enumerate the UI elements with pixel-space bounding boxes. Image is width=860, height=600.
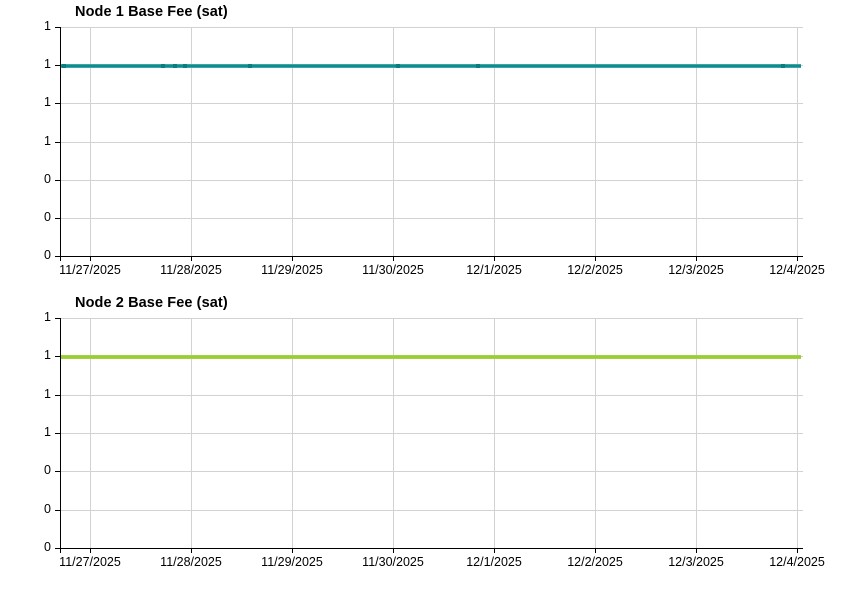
chart-title: Node 2 Base Fee (sat) (75, 295, 228, 311)
data-point-marker (396, 64, 400, 68)
data-point-marker (248, 64, 252, 68)
v-gridline (797, 27, 798, 256)
y-tick-label: 1 (0, 387, 51, 402)
v-gridline (90, 27, 91, 256)
y-tick-label: 1 (0, 19, 51, 34)
data-point-marker (62, 64, 66, 68)
x-tick-label: 11/30/2025 (343, 263, 443, 278)
data-point-marker (476, 64, 480, 68)
h-gridline (61, 218, 803, 219)
y-tick-label: 0 (0, 463, 51, 478)
data-point-marker (781, 64, 785, 68)
y-tick-label: 0 (0, 210, 51, 225)
y-tick-label: 1 (0, 425, 51, 440)
v-gridline (393, 27, 394, 256)
v-gridline (393, 318, 394, 548)
chart-node2-base-fee: Node 2 Base Fee (sat) 111100011/27/20251… (0, 291, 860, 600)
x-tick-label: 12/3/2025 (646, 263, 746, 278)
y-tick-label: 1 (0, 348, 51, 363)
v-gridline (494, 318, 495, 548)
x-tick-label: 11/27/2025 (40, 555, 140, 570)
y-axis-line (60, 27, 61, 261)
y-axis-line (60, 318, 61, 553)
h-gridline (61, 142, 803, 143)
v-gridline (191, 27, 192, 256)
h-gridline (61, 180, 803, 181)
x-tick-label: 11/28/2025 (141, 555, 241, 570)
x-tick-label: 12/1/2025 (444, 263, 544, 278)
x-tick-label: 12/4/2025 (747, 555, 847, 570)
plot-area (61, 27, 802, 256)
chart-title: Node 1 Base Fee (sat) (75, 4, 228, 20)
x-tick-label: 11/30/2025 (343, 555, 443, 570)
x-axis-line (60, 548, 803, 549)
x-tick-label: 11/27/2025 (40, 263, 140, 278)
v-gridline (90, 318, 91, 548)
v-gridline (494, 27, 495, 256)
x-axis-line (60, 256, 803, 257)
v-gridline (696, 318, 697, 548)
v-gridline (191, 318, 192, 548)
y-tick-label: 0 (0, 248, 51, 263)
h-gridline (61, 395, 803, 396)
v-gridline (797, 318, 798, 548)
data-point-marker (161, 64, 165, 68)
x-tick-label: 12/4/2025 (747, 263, 847, 278)
y-tick-label: 1 (0, 95, 51, 110)
y-tick-label: 1 (0, 310, 51, 325)
series-line (61, 64, 801, 68)
x-tick-label: 11/28/2025 (141, 263, 241, 278)
v-gridline (595, 318, 596, 548)
y-tick-label: 0 (0, 172, 51, 187)
h-gridline (61, 471, 803, 472)
x-tick-label: 12/2/2025 (545, 263, 645, 278)
h-gridline (61, 27, 803, 28)
data-point-marker (183, 64, 187, 68)
dual-fee-charts-page: Node 1 Base Fee (sat) 111100011/27/20251… (0, 0, 860, 600)
y-tick-label: 1 (0, 134, 51, 149)
series-line (61, 355, 801, 359)
x-tick-label: 11/29/2025 (242, 555, 342, 570)
x-tick-label: 11/29/2025 (242, 263, 342, 278)
v-gridline (595, 27, 596, 256)
chart-node1-base-fee: Node 1 Base Fee (sat) 111100011/27/20251… (0, 0, 860, 291)
x-tick-label: 12/2/2025 (545, 555, 645, 570)
y-tick-label: 0 (0, 540, 51, 555)
v-gridline (292, 318, 293, 548)
y-tick-label: 0 (0, 502, 51, 517)
h-gridline (61, 510, 803, 511)
x-tick-label: 12/3/2025 (646, 555, 746, 570)
y-tick-label: 1 (0, 57, 51, 72)
h-gridline (61, 103, 803, 104)
plot-area (61, 318, 802, 548)
h-gridline (61, 318, 803, 319)
h-gridline (61, 433, 803, 434)
v-gridline (292, 27, 293, 256)
v-gridline (696, 27, 697, 256)
x-tick-label: 12/1/2025 (444, 555, 544, 570)
data-point-marker (173, 64, 177, 68)
